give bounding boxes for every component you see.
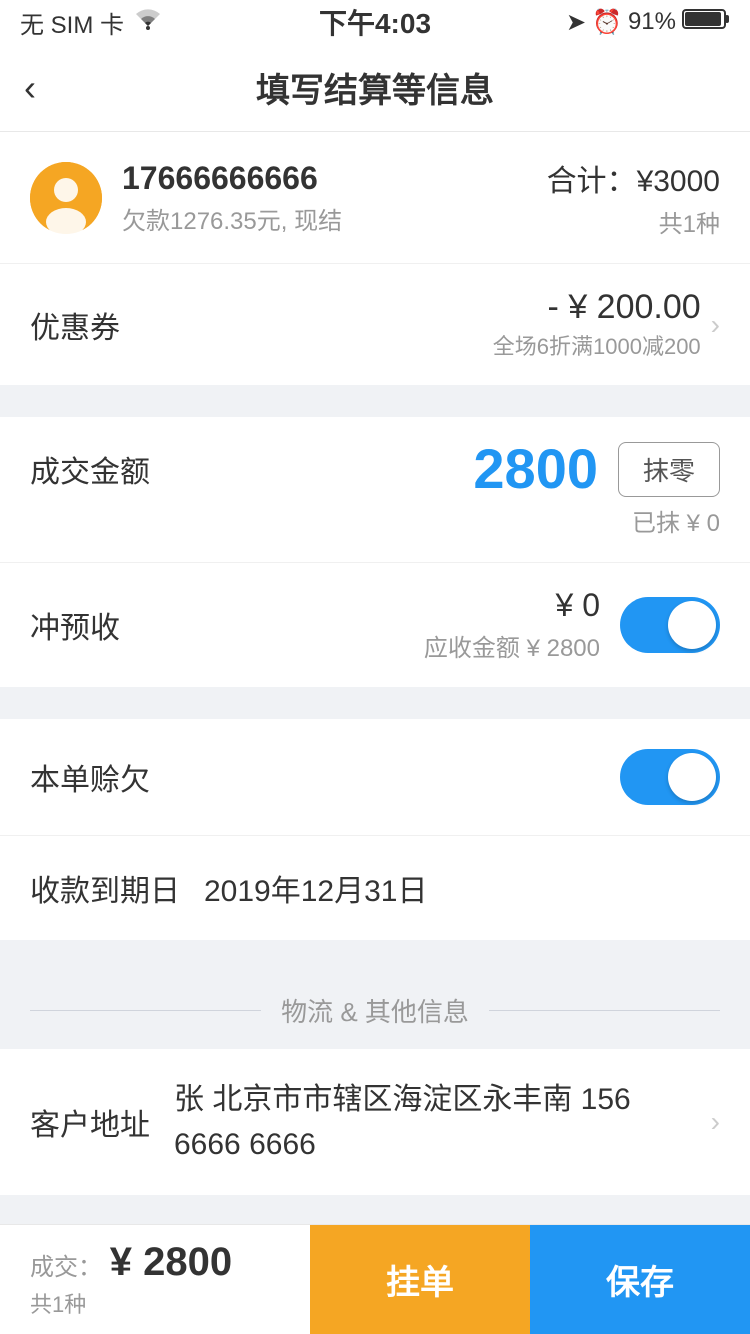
back-button[interactable]: ‹ (24, 67, 36, 109)
customer-row: 17666666666 欠款1276.35元, 现结 合计：¥3000 共1种 (0, 132, 750, 263)
logistics-line-left (30, 1010, 261, 1011)
status-bar-time: 下午4:03 (319, 2, 431, 42)
divider-2 (0, 703, 750, 719)
wifi-icon (132, 8, 164, 37)
amount-row-wrapper: 成交金额 2800 抹零 已抹 ¥ 0 (0, 417, 750, 562)
coupon-row[interactable]: 优惠券 - ¥ 200.00 全场6折满1000减200 › (0, 263, 750, 385)
coupon-label: 优惠券 (30, 303, 120, 347)
bottom-deal-label: 成交： (30, 1254, 102, 1281)
total-amount: 合计：¥3000 (547, 156, 720, 200)
coupon-desc: 全场6折满1000减200 (493, 329, 701, 361)
toggle-knob (668, 601, 716, 649)
duedate-value: 2019年12月31日 (204, 866, 427, 910)
amount-right: 2800 抹零 (473, 441, 720, 497)
amount-section: 成交金额 2800 抹零 已抹 ¥ 0 冲预收 ¥ 0 应收金额 ¥ 2800 (0, 417, 750, 687)
coupon-discount: - ¥ 200.00 全场6折满1000减200 (493, 288, 701, 361)
carrier-text: 无 SIM 卡 (20, 5, 124, 40)
address-section: 客户地址 张 北京市市辖区海淀区永丰南 156 6666 6666 › (0, 1049, 750, 1195)
debt-toggle-knob (668, 753, 716, 801)
prepay-row: 冲预收 ¥ 0 应收金额 ¥ 2800 (0, 562, 750, 687)
customer-section: 17666666666 欠款1276.35元, 现结 合计：¥3000 共1种 … (0, 132, 750, 385)
debt-toggle[interactable] (620, 749, 720, 805)
round-button[interactable]: 抹零 (618, 442, 720, 497)
divider-3 (0, 956, 750, 972)
logistics-separator: 物流 & 其他信息 (0, 972, 750, 1049)
save-button[interactable]: 保存 (530, 1225, 750, 1334)
address-chevron-icon: › (711, 1106, 720, 1138)
total-count: 共1种 (547, 204, 720, 239)
amount-sub: 已抹 ¥ 0 (30, 503, 720, 538)
debt-section: 本单赊欠 收款到期日 2019年12月31日 (0, 719, 750, 940)
customer-left: 17666666666 欠款1276.35元, 现结 (30, 160, 342, 236)
prepay-amount: ¥ 0 应收金额 ¥ 2800 (424, 587, 600, 663)
logistics-text: 物流 & 其他信息 (281, 992, 469, 1029)
duedate-label: 收款到期日 (30, 866, 180, 910)
address-label: 客户地址 (30, 1100, 150, 1144)
customer-info: 17666666666 欠款1276.35元, 现结 (122, 160, 342, 236)
amount-label: 成交金额 (30, 447, 150, 491)
debt-label: 本单赊欠 (30, 755, 150, 799)
customer-debt: 欠款1276.35元, 现结 (122, 201, 342, 236)
prepay-value: ¥ 0 (424, 587, 600, 624)
prepay-toggle[interactable] (620, 597, 720, 653)
amount-value: 2800 (473, 441, 598, 497)
hold-button[interactable]: 挂单 (310, 1225, 530, 1334)
bottom-bar: 成交： ¥ 2800 共1种 挂单 保存 (0, 1224, 750, 1334)
logistics-line-right (489, 1010, 720, 1011)
coupon-chevron-icon: › (711, 309, 720, 341)
prepay-receivable: 应收金额 ¥ 2800 (424, 628, 600, 663)
coupon-right: - ¥ 200.00 全场6折满1000减200 › (493, 288, 720, 361)
customer-phone: 17666666666 (122, 160, 342, 197)
page-header: ‹ 填写结算等信息 (0, 44, 750, 132)
location-icon: ➤ (566, 8, 586, 37)
battery-icon (682, 7, 730, 38)
duedate-row: 收款到期日 2019年12月31日 (0, 835, 750, 940)
divider-1 (0, 401, 750, 417)
avatar (30, 162, 102, 234)
debt-row: 本单赊欠 (0, 719, 750, 835)
amount-row: 成交金额 2800 抹零 (30, 441, 720, 497)
coupon-amount: - ¥ 200.00 (493, 288, 701, 327)
prepay-right: ¥ 0 应收金额 ¥ 2800 (424, 587, 720, 663)
prepay-label: 冲预收 (30, 603, 120, 647)
customer-total: 合计：¥3000 共1种 (547, 156, 720, 239)
address-value: 张 北京市市辖区海淀区永丰南 156 6666 6666 (174, 1077, 687, 1167)
status-bar: 无 SIM 卡 下午4:03 ➤ ⏰ 91% (0, 0, 750, 44)
bottom-info: 成交： ¥ 2800 共1种 (0, 1240, 310, 1319)
status-bar-right: ➤ ⏰ 91% (566, 7, 730, 38)
page-title: 填写结算等信息 (256, 63, 494, 112)
alarm-icon: ⏰ (592, 8, 622, 37)
bottom-count: 共1种 (30, 1287, 280, 1319)
bottom-deal-value: ¥ 2800 (110, 1240, 232, 1284)
bottom-deal-row: 成交： ¥ 2800 (30, 1240, 280, 1285)
address-row[interactable]: 客户地址 张 北京市市辖区海淀区永丰南 156 6666 6666 › (0, 1049, 750, 1195)
battery-text: 91% (628, 8, 676, 36)
status-bar-left: 无 SIM 卡 (20, 5, 164, 40)
